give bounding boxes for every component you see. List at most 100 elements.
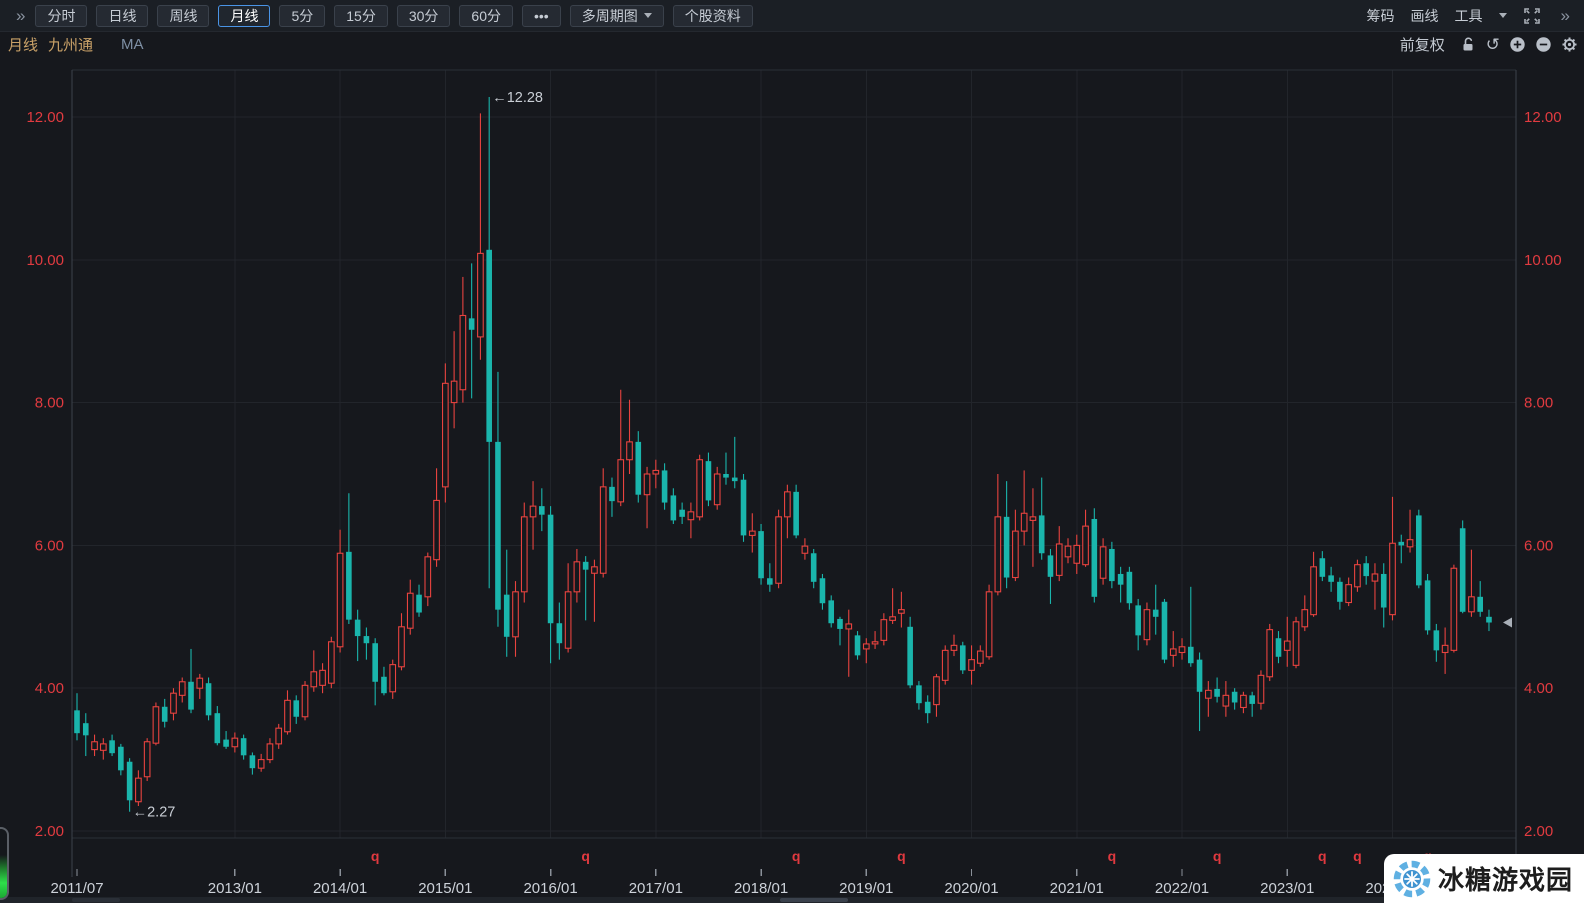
- candle-up: [687, 511, 695, 521]
- candle-down: [486, 249, 492, 442]
- candle-up: [1310, 566, 1317, 616]
- ex-dividend-marker[interactable]: q: [371, 848, 380, 864]
- more-periods-button[interactable]: •••: [522, 4, 561, 27]
- candle-up: [775, 516, 782, 584]
- legend-bar: 月线 九州通 MA 前复权 ↺: [0, 32, 1584, 56]
- ex-dividend-marker[interactable]: q: [581, 848, 590, 864]
- candle-down: [1363, 563, 1369, 577]
- candle-down: [1117, 573, 1124, 585]
- ex-dividend-marker[interactable]: q: [792, 848, 801, 864]
- candle-up: [1012, 530, 1019, 579]
- tab-weekly[interactable]: 周线: [157, 4, 210, 27]
- collapse-right-icon[interactable]: »: [1557, 7, 1574, 24]
- candle-down: [109, 740, 115, 754]
- legend-symbol[interactable]: 九州通: [48, 34, 93, 55]
- tab-30min[interactable]: 30分: [396, 4, 451, 27]
- ex-dividend-marker[interactable]: q: [1353, 848, 1362, 864]
- candle-down: [1152, 609, 1159, 617]
- chip-distribution-link[interactable]: 筹码: [1367, 6, 1395, 26]
- candle-up: [529, 505, 537, 518]
- candle-down: [1196, 659, 1203, 692]
- candle-down: [1109, 548, 1115, 582]
- draw-line-link[interactable]: 画线: [1411, 6, 1439, 26]
- tab-60min[interactable]: 60分: [459, 4, 513, 27]
- stock-info-button[interactable]: 个股资料: [672, 4, 753, 27]
- horizontal-scrollbar[interactable]: [0, 897, 1584, 903]
- adjust-mode-label[interactable]: 前复权: [1400, 34, 1445, 55]
- tab-monthly[interactable]: 月线: [218, 4, 271, 27]
- candle-up: [976, 650, 984, 664]
- candle-up: [433, 499, 440, 561]
- candle-down: [346, 551, 352, 620]
- fullscreen-icon[interactable]: [1523, 7, 1541, 25]
- ex-dividend-marker[interactable]: q: [897, 848, 906, 864]
- candle-up: [643, 473, 651, 496]
- candle-up: [327, 641, 335, 684]
- candle-down: [381, 676, 387, 694]
- candle-up: [143, 741, 151, 778]
- ex-dividend-marker[interactable]: q: [1213, 848, 1222, 864]
- scrollbar-segment: [72, 898, 120, 902]
- time-tick-label: 2020/01: [944, 880, 998, 897]
- candle-down: [539, 506, 545, 515]
- candle-up: [1204, 689, 1212, 699]
- tab-daily[interactable]: 日线: [96, 4, 149, 27]
- candle-down: [1319, 558, 1326, 577]
- candle-down: [810, 553, 817, 582]
- price-annotation: ←2.27: [133, 805, 176, 821]
- candle-up: [459, 314, 467, 391]
- candle-down: [679, 509, 685, 517]
- zoom-in-icon[interactable]: [1509, 36, 1526, 53]
- ex-dividend-marker[interactable]: q: [1318, 848, 1327, 864]
- scrollbar-thumb[interactable]: [780, 898, 848, 902]
- multi-period-button[interactable]: 多周期图: [569, 4, 664, 27]
- ex-dividend-marker[interactable]: q: [1108, 848, 1117, 864]
- candlestick-chart[interactable]: 2.00 2.00 4.00 4.00 6.00 6.00 8.00 8.00 10.00 10.…: [0, 0, 1584, 903]
- candle-down: [705, 461, 712, 501]
- candle-up: [450, 380, 458, 404]
- price-tick-right: 2.00: [1524, 823, 1553, 840]
- candle-up: [1073, 544, 1081, 564]
- candle-down: [126, 761, 133, 801]
- time-tick-label: 2018/01: [734, 880, 788, 897]
- candle-down: [503, 594, 510, 637]
- stock-chart-app: { "toolbar": { "collapse_left": "\u00bb"…: [0, 0, 1584, 903]
- candle-down: [1003, 516, 1010, 578]
- candle-down: [161, 706, 168, 722]
- zoom-out-icon[interactable]: [1535, 36, 1552, 53]
- candle-up: [1354, 564, 1361, 588]
- price-tick-left: 6.00: [35, 537, 64, 554]
- settings-gear-icon[interactable]: [1561, 36, 1578, 53]
- tab-5min[interactable]: 5分: [279, 4, 326, 27]
- tab-15min[interactable]: 15分: [334, 4, 388, 27]
- candle-up: [1283, 640, 1291, 651]
- snowflake-logo-icon: [1393, 860, 1431, 897]
- tools-link[interactable]: 工具: [1455, 6, 1483, 26]
- edge-slider[interactable]: [0, 827, 9, 900]
- legend-period[interactable]: 月线: [8, 34, 38, 55]
- candle-up: [591, 566, 598, 574]
- candle-down: [188, 681, 194, 710]
- multi-period-label: 多周期图: [581, 7, 638, 24]
- candle-down: [1424, 580, 1431, 631]
- candle-down: [1380, 573, 1387, 608]
- candle-up: [152, 706, 160, 744]
- collapse-left-icon[interactable]: »: [12, 7, 29, 24]
- last-price-arrow: [1503, 617, 1512, 628]
- candle-down: [293, 700, 300, 717]
- legend-ma-indicator[interactable]: MA: [121, 36, 144, 53]
- candle-down: [1231, 691, 1238, 703]
- candle-down: [740, 479, 747, 536]
- candle-up: [1441, 644, 1449, 654]
- candle-down: [495, 441, 501, 610]
- time-tick-label: 2019/01: [839, 880, 893, 897]
- tools-chevron-down-icon[interactable]: [1498, 13, 1507, 18]
- candle-down: [118, 746, 124, 771]
- candle-down: [1328, 575, 1334, 582]
- candle-up: [1178, 646, 1186, 654]
- unlock-icon[interactable]: [1460, 36, 1477, 53]
- undo-icon[interactable]: ↺: [1486, 36, 1500, 53]
- candle-up: [1029, 516, 1037, 521]
- candle-up: [617, 459, 625, 503]
- tab-fenshi[interactable]: 分时: [35, 4, 88, 27]
